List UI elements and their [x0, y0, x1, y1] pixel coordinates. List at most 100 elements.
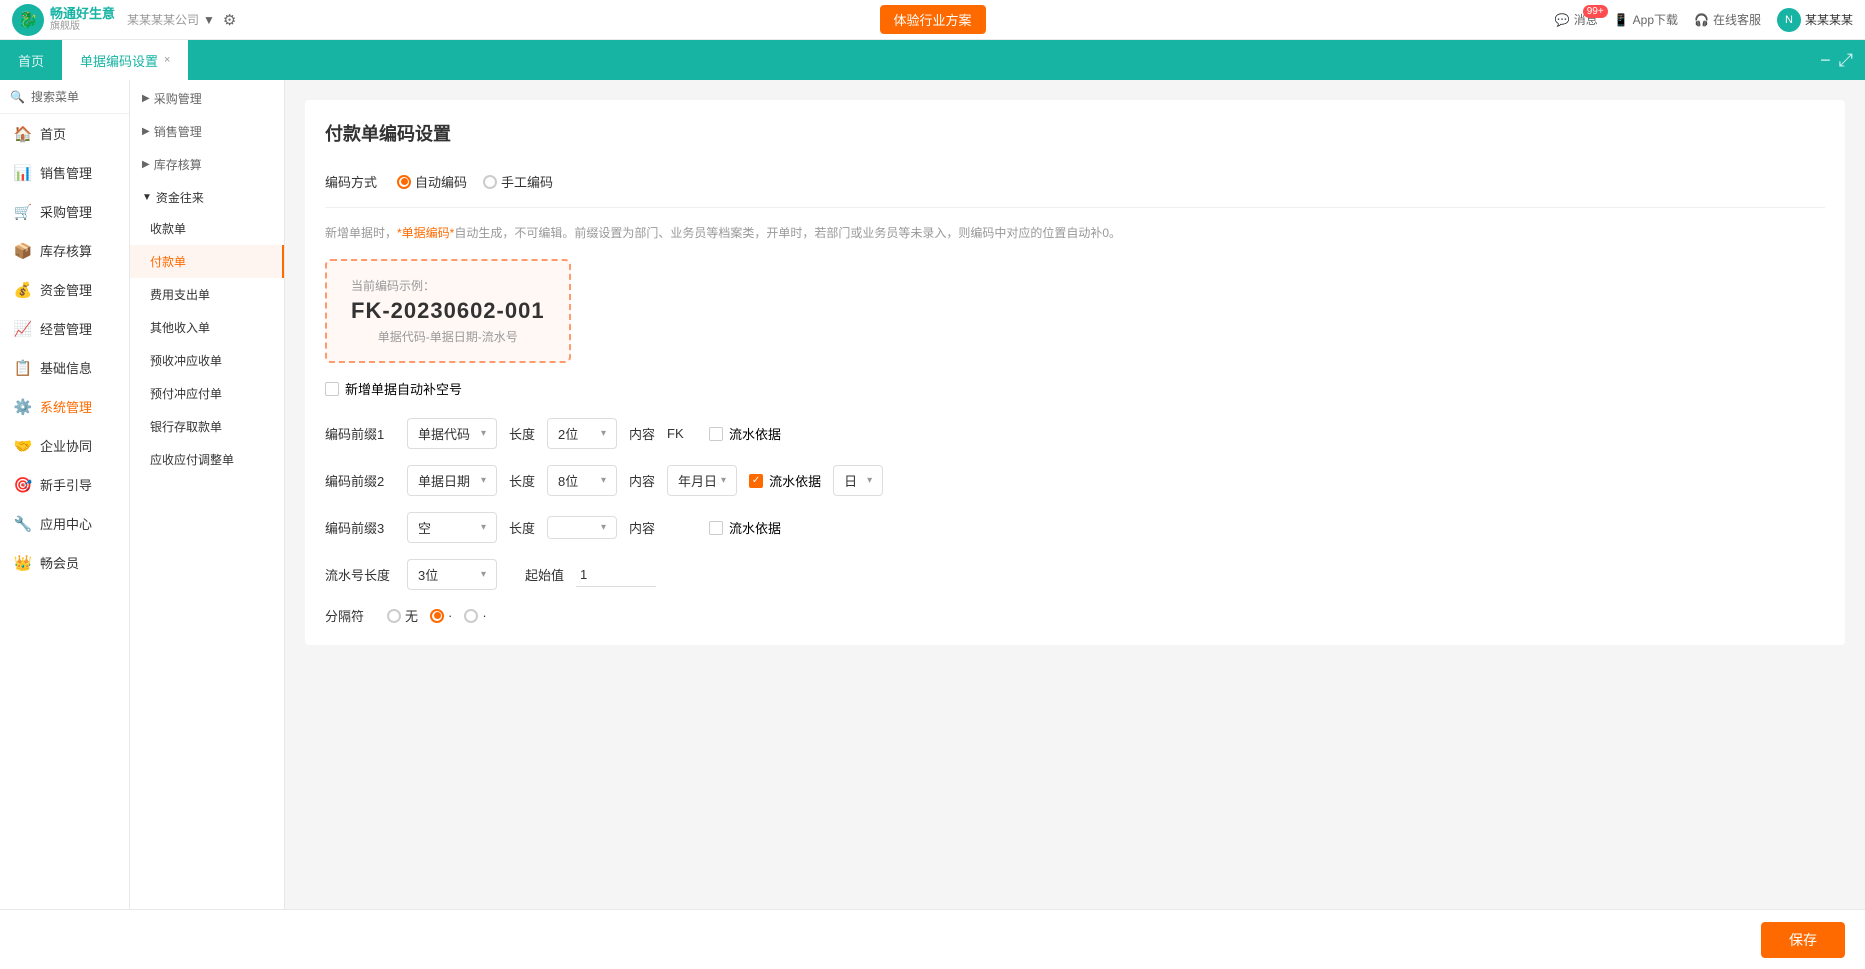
- sidebar-item-sales[interactable]: 📊 销售管理: [0, 153, 129, 192]
- serial-length-select[interactable]: 3位 ▾: [407, 559, 497, 590]
- industry-btn[interactable]: 体验行业方案: [879, 5, 985, 34]
- tab-home[interactable]: 首页: [0, 40, 62, 80]
- top-bar-center: 体验行业方案: [879, 5, 985, 34]
- enterprise-icon: 🤝: [14, 437, 32, 455]
- settings-icon[interactable]: ⚙: [223, 11, 236, 29]
- separator-dash-radio[interactable]: [430, 609, 444, 623]
- home-icon: 🏠: [14, 125, 32, 143]
- edition-label: 旗舰版: [50, 21, 115, 33]
- separator-dot-option[interactable]: ·: [464, 608, 486, 623]
- prefix2-row: 编码前缀2 单据日期 ▾ 长度 8位 ▾ 内容 年月日 ▾ 流水依据: [325, 465, 1825, 496]
- manual-code-radio[interactable]: [483, 175, 497, 189]
- chevron-down-icon: ▾: [481, 475, 486, 486]
- sidebar-item-appstore[interactable]: 🔧 应用中心: [0, 504, 129, 543]
- chevron-down-icon: ▾: [481, 522, 486, 533]
- sidebar-item-basics[interactable]: 📋 基础信息: [0, 348, 129, 387]
- length2-select[interactable]: 8位 ▾: [547, 465, 617, 496]
- subnav-item-advance-offset-payable[interactable]: 预付冲应付单: [130, 377, 284, 410]
- subnav-group-capital-title[interactable]: ▼ 资金往来: [130, 179, 284, 212]
- sidebar-item-member[interactable]: 👑 畅会员: [0, 543, 129, 582]
- inventory-icon: 📦: [14, 242, 32, 260]
- serial2-period-select[interactable]: 日 ▾: [833, 465, 883, 496]
- save-button[interactable]: 保存: [1761, 922, 1845, 958]
- manual-code-option[interactable]: 手工编码: [483, 172, 553, 191]
- start-value-input[interactable]: [576, 563, 656, 587]
- app-download-btn[interactable]: 📱 App下载: [1614, 11, 1678, 28]
- sidebar-item-guide[interactable]: 🎯 新手引导: [0, 465, 129, 504]
- sidebar-item-finance[interactable]: 💰 资金管理: [0, 270, 129, 309]
- message-btn[interactable]: 💬 消息 99+: [1555, 11, 1598, 28]
- tab-bar-actions: − ⤢: [1820, 50, 1865, 71]
- serial3-checkbox[interactable]: [709, 521, 723, 535]
- code-example-value: FK-20230602-001: [351, 298, 545, 324]
- serial3-checkbox-row: 流水依据: [709, 518, 781, 537]
- auto-fill-label: 新增单据自动补空号: [345, 379, 462, 398]
- sidebar-item-enterprise[interactable]: 🤝 企业协同: [0, 426, 129, 465]
- sales-icon: 📊: [14, 164, 32, 182]
- sidebar-item-purchase[interactable]: 🛒 采购管理: [0, 192, 129, 231]
- subnav-group-sales-title[interactable]: ▶ 销售管理: [130, 113, 284, 146]
- chevron-down-icon: ▾: [867, 475, 872, 486]
- serial1-checkbox-row: 流水依据: [709, 424, 781, 443]
- separator-dot-radio[interactable]: [464, 609, 478, 623]
- length1-select[interactable]: 2位 ▾: [547, 418, 617, 449]
- subnav-group-purchase-title[interactable]: ▶ 采购管理: [130, 80, 284, 113]
- subnav-item-other-income[interactable]: 其他收入单: [130, 311, 284, 344]
- separator-none-radio[interactable]: [387, 609, 401, 623]
- chevron-down-icon: ▼: [142, 192, 152, 203]
- subnav-item-receipt[interactable]: 收款单: [130, 212, 284, 245]
- code-example-label: 当前编码示例：: [351, 277, 545, 294]
- serial2-checkbox[interactable]: [749, 474, 763, 488]
- search-menu[interactable]: 🔍 搜索菜单: [0, 80, 129, 114]
- finance-icon: 💰: [14, 281, 32, 299]
- subnav-item-ap-ar-adjust[interactable]: 应收应付调整单: [130, 443, 284, 476]
- auto-code-option[interactable]: 自动编码: [397, 172, 467, 191]
- search-icon: 🔍: [10, 90, 25, 104]
- prefix3-row: 编码前缀3 空 ▾ 长度 ▾ 内容 流水依据: [325, 512, 1825, 543]
- sidebar-item-system[interactable]: ⚙️ 系统管理: [0, 387, 129, 426]
- minimize-icon[interactable]: −: [1820, 50, 1831, 71]
- subnav-group-sales: ▶ 销售管理: [130, 113, 284, 146]
- subnav-group-purchase: ▶ 采购管理: [130, 80, 284, 113]
- bottom-bar: 保存: [0, 909, 1865, 969]
- serial1-label: 流水依据: [729, 424, 781, 443]
- prefix2-select[interactable]: 单据日期 ▾: [407, 465, 497, 496]
- subnav-item-expense[interactable]: 费用支出单: [130, 278, 284, 311]
- subnav-item-advance-offset-receivable[interactable]: 预收冲应收单: [130, 344, 284, 377]
- prefix3-select[interactable]: 空 ▾: [407, 512, 497, 543]
- length3-select[interactable]: ▾: [547, 516, 617, 539]
- prefix1-select[interactable]: 单据代码 ▾: [407, 418, 497, 449]
- separator-none-option[interactable]: 无: [387, 606, 418, 625]
- serial1-checkbox[interactable]: [709, 427, 723, 441]
- code-example-box: 当前编码示例： FK-20230602-001 单据代码-单据日期-流水号: [325, 259, 571, 363]
- start-value-label: 起始值: [525, 565, 564, 584]
- encoding-radio-group: 自动编码 手工编码: [397, 172, 553, 191]
- guide-icon: 🎯: [14, 476, 32, 494]
- sidebar-item-operations[interactable]: 📈 经营管理: [0, 309, 129, 348]
- tab-close-icon[interactable]: ×: [164, 54, 170, 66]
- sub-navigation: ▶ 采购管理 ▶ 销售管理 ▶ 库存核算 ▼ 资金往来 收款单: [130, 80, 285, 969]
- subnav-group-inventory-title[interactable]: ▶ 库存核算: [130, 146, 284, 179]
- subnav-item-bank-deposit[interactable]: 银行存取款单: [130, 410, 284, 443]
- maximize-icon[interactable]: ⤢: [1839, 50, 1853, 71]
- company-selector[interactable]: 某某某某公司 ▼: [127, 11, 215, 28]
- sidebar-item-home[interactable]: 🏠 首页: [0, 114, 129, 153]
- content-area: 付款单编码设置 编码方式 自动编码 手工编码 新增单据时，*单据编码*: [285, 80, 1865, 969]
- prefix2-label: 编码前缀2: [325, 471, 395, 490]
- auto-fill-checkbox[interactable]: [325, 382, 339, 396]
- content2-select[interactable]: 年月日 ▾: [667, 465, 737, 496]
- subnav-item-payment[interactable]: 付款单: [130, 245, 284, 278]
- tab-code-settings[interactable]: 单据编码设置 ×: [62, 40, 188, 80]
- code-example-desc: 单据代码-单据日期-流水号: [351, 328, 545, 345]
- separator-dash-option[interactable]: ·: [430, 608, 452, 623]
- auto-code-radio[interactable]: [397, 175, 411, 189]
- auto-fill-row: 新增单据自动补空号: [325, 379, 1825, 398]
- chevron-down-icon: ▾: [481, 569, 486, 580]
- user-info[interactable]: N 某某某某: [1777, 8, 1853, 32]
- sidebar-item-inventory[interactable]: 📦 库存核算: [0, 231, 129, 270]
- chevron-down-icon: ▾: [601, 475, 606, 486]
- online-service-btn[interactable]: 🎧 在线客服: [1694, 11, 1761, 28]
- member-icon: 👑: [14, 554, 32, 572]
- prefix3-label: 编码前缀3: [325, 518, 395, 537]
- serial3-label: 流水依据: [729, 518, 781, 537]
